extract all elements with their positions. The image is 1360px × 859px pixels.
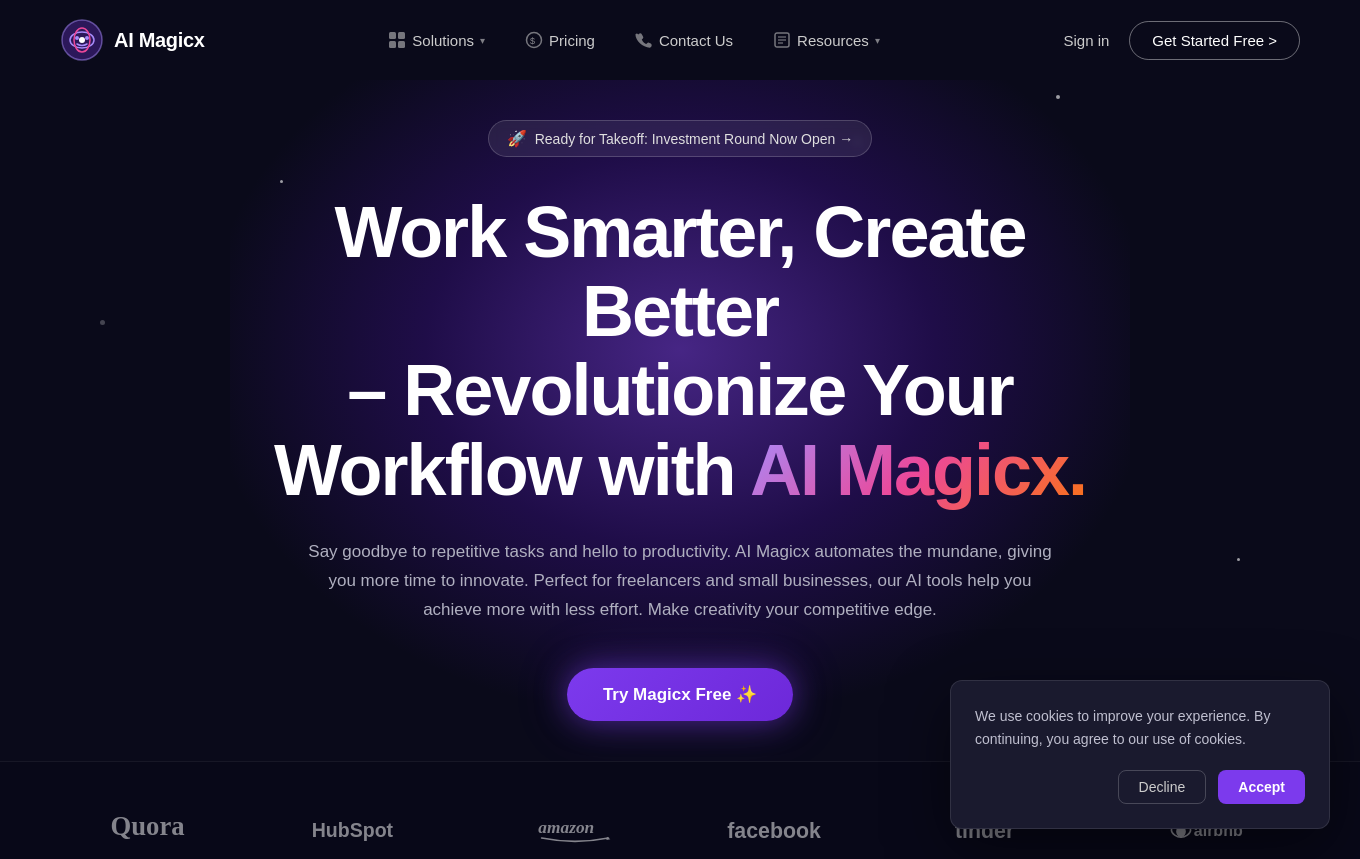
chevron-down-icon: ▾	[480, 35, 485, 46]
hubspot-logo: HubSpot	[270, 814, 460, 846]
svg-text:facebook: facebook	[727, 819, 821, 843]
grid-icon	[388, 31, 406, 49]
svg-rect-8	[389, 41, 396, 48]
get-started-button[interactable]: Get Started Free >	[1129, 21, 1300, 60]
navbar: AI Magicx Solutions ▾ $ Pricing Contact	[0, 0, 1360, 80]
svg-text:amazon: amazon	[538, 818, 594, 837]
svg-text:$: $	[530, 36, 535, 46]
nav-solutions[interactable]: Solutions ▾	[372, 23, 501, 57]
hero-subtext: Say goodbye to repetitive tasks and hell…	[305, 538, 1055, 625]
hero-heading-brand: AI Magicx.	[750, 430, 1086, 510]
svg-text:Quora: Quora	[111, 811, 185, 841]
logo[interactable]: AI Magicx	[60, 18, 205, 62]
book-icon	[773, 31, 791, 49]
logo-text: AI Magicx	[114, 29, 205, 52]
svg-point-3	[79, 37, 85, 43]
phone-icon	[635, 31, 653, 49]
hero-heading-line3-plain: Workflow with	[274, 430, 750, 510]
badge-text: Ready for Takeoff: Investment Round Now …	[535, 131, 854, 147]
facebook-logo: facebook	[690, 814, 880, 846]
decline-button[interactable]: Decline	[1118, 770, 1207, 804]
tag-icon: $	[525, 31, 543, 49]
quora-logo: Quora	[60, 810, 250, 850]
cookie-banner: We use cookies to improve your experienc…	[950, 680, 1330, 829]
svg-rect-7	[398, 32, 405, 39]
decorative-dot-2	[280, 180, 283, 183]
amazon-logo: amazon	[480, 814, 670, 846]
svg-point-4	[75, 36, 79, 40]
decorative-dot-4	[100, 320, 105, 325]
hero-section: 🚀 Ready for Takeoff: Investment Round No…	[0, 80, 1360, 761]
hero-heading-line2: – Revolutionize Your	[347, 350, 1012, 430]
nav-right: Sign in Get Started Free >	[1063, 21, 1300, 60]
announcement-badge[interactable]: 🚀 Ready for Takeoff: Investment Round No…	[488, 120, 873, 157]
svg-text:HubSpot: HubSpot	[312, 820, 394, 842]
svg-point-5	[85, 36, 89, 40]
logo-icon	[60, 18, 104, 62]
sign-in-link[interactable]: Sign in	[1063, 32, 1109, 49]
svg-rect-6	[389, 32, 396, 39]
accept-button[interactable]: Accept	[1218, 770, 1305, 804]
decorative-dot-3	[1237, 558, 1240, 561]
cookie-text: We use cookies to improve your experienc…	[975, 705, 1305, 750]
nav-links: Solutions ▾ $ Pricing Contact Us Resourc…	[372, 23, 895, 57]
nav-resources[interactable]: Resources ▾	[757, 23, 896, 57]
svg-rect-9	[398, 41, 405, 48]
hero-heading-line1: Work Smarter, Create Better	[334, 192, 1025, 351]
decorative-dot-1	[1056, 95, 1060, 99]
hero-heading: Work Smarter, Create Better – Revolution…	[230, 193, 1130, 510]
rocket-icon: 🚀	[507, 129, 527, 148]
nav-contact[interactable]: Contact Us	[619, 23, 749, 57]
chevron-down-icon-resources: ▾	[875, 35, 880, 46]
nav-pricing[interactable]: $ Pricing	[509, 23, 611, 57]
cookie-actions: Decline Accept	[975, 770, 1305, 804]
cta-button[interactable]: Try Magicx Free ✨	[567, 668, 793, 721]
